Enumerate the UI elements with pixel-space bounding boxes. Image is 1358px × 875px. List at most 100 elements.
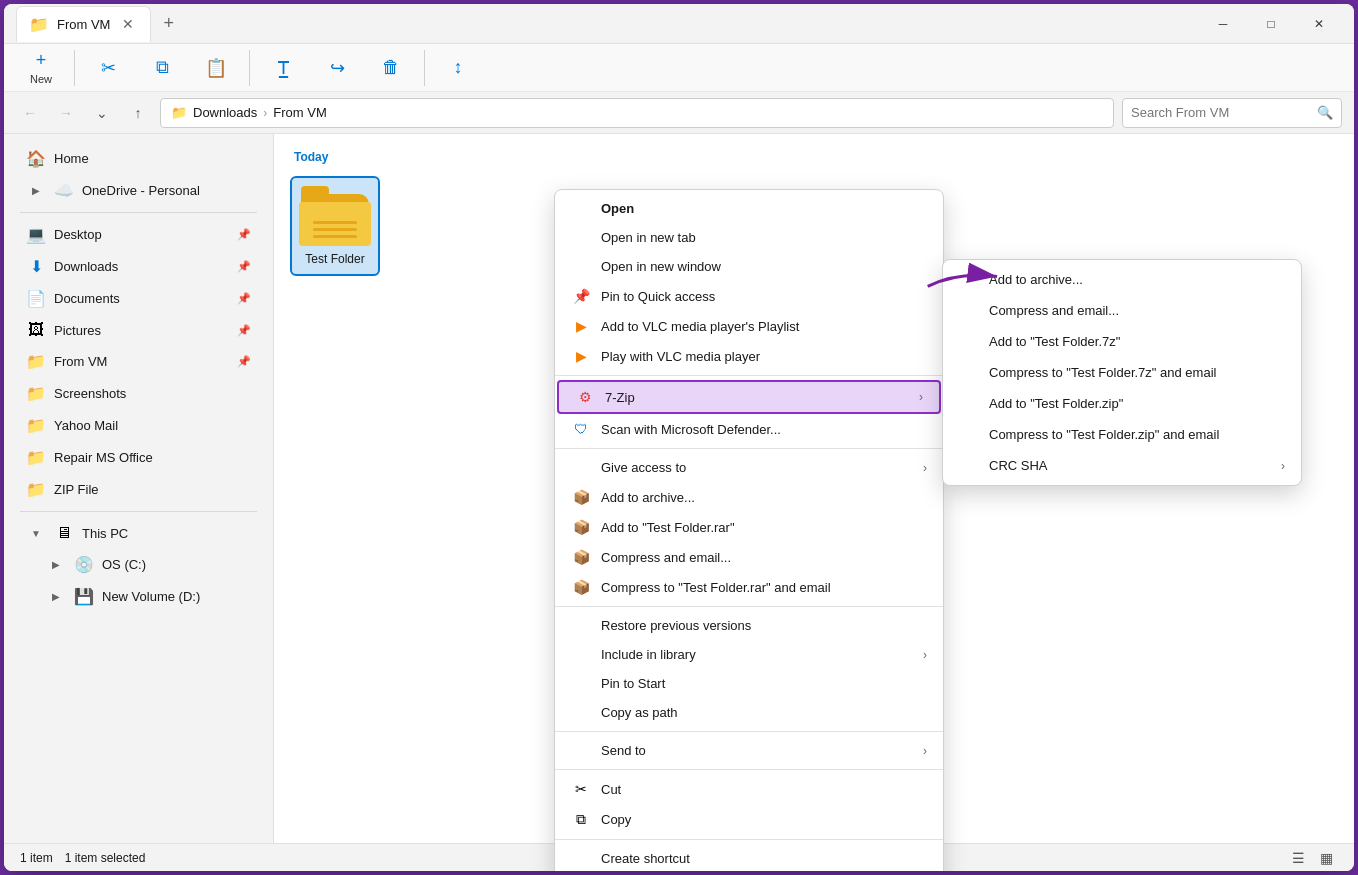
close-button[interactable]: ✕ [1296, 8, 1342, 40]
cm-include-library[interactable]: Include in library › [555, 640, 943, 669]
sidebar-item-pictures[interactable]: 🖼 Pictures 📌 [10, 315, 267, 345]
main-window: 📁 From VM ✕ + ─ □ ✕ + New ✂ ⧉ 📋 T̲ [4, 4, 1354, 871]
new-label: New [30, 73, 52, 85]
sidebar-item-documents[interactable]: 📄 Documents 📌 [10, 283, 267, 314]
cm-create-shortcut[interactable]: Create shortcut [555, 844, 943, 871]
sidebar-item-thispc[interactable]: ▼ 🖥 This PC [10, 518, 267, 548]
cm-sep-3 [555, 606, 943, 607]
copy-icon: ⧉ [156, 57, 169, 78]
sm-add-7z-label: Add to "Test Folder.7z" [989, 334, 1285, 349]
thispc-icon: 🖥 [54, 524, 74, 542]
cm-copy-path[interactable]: Copy as path [555, 698, 943, 727]
cm-pin-quick-access[interactable]: 📌 Pin to Quick access [555, 281, 943, 311]
sidebar-item-home[interactable]: 🏠 Home [10, 143, 267, 174]
sidebar-item-cdrive[interactable]: ▶ 💿 OS (C:) [10, 549, 267, 580]
delete-button[interactable]: 🗑 [366, 53, 416, 82]
status-selected: 1 item selected [65, 851, 146, 865]
file-item-testfolder[interactable]: Test Folder [290, 176, 380, 276]
sort-button[interactable]: ↕ [433, 53, 483, 82]
sidebar-divider-2 [20, 511, 257, 512]
search-box[interactable]: 🔍 [1122, 98, 1342, 128]
minimize-button[interactable]: ─ [1200, 8, 1246, 40]
sidebar-item-zipfile[interactable]: 📁 ZIP File [10, 474, 267, 505]
copy-button[interactable]: ⧉ [137, 53, 187, 82]
sidebar-yahoomail-label: Yahoo Mail [54, 418, 251, 433]
sidebar-ddrive-label: New Volume (D:) [102, 589, 251, 604]
sidebar-cdrive-label: OS (C:) [102, 557, 251, 572]
sm-compress-7z-email[interactable]: Compress to "Test Folder.7z" and email [943, 357, 1301, 388]
pictures-pin-icon: 📌 [237, 324, 251, 337]
address-bar[interactable]: 📁 Downloads › From VM [160, 98, 1114, 128]
sm-add-archive[interactable]: Add to archive... [943, 264, 1301, 295]
cm-open[interactable]: Open [555, 194, 943, 223]
sidebar-item-desktop[interactable]: 💻 Desktop 📌 [10, 219, 267, 250]
tab-title: From VM [57, 17, 110, 32]
file-label-testfolder: Test Folder [300, 252, 370, 266]
sidebar-item-yahoomail[interactable]: 📁 Yahoo Mail [10, 410, 267, 441]
cm-send-to[interactable]: Send to › [555, 736, 943, 765]
up-button[interactable]: ↑ [124, 99, 152, 127]
cm-open-new-tab-label: Open in new tab [601, 230, 927, 245]
new-button[interactable]: + New [16, 46, 66, 89]
cm-restore-versions[interactable]: Restore previous versions [555, 611, 943, 640]
new-tab-button[interactable]: + [155, 9, 182, 38]
grid-view-button[interactable]: ▦ [1314, 846, 1338, 870]
search-icon: 🔍 [1317, 105, 1333, 120]
cut-button[interactable]: ✂ [83, 53, 133, 83]
sidebar-item-ddrive[interactable]: ▶ 💾 New Volume (D:) [10, 581, 267, 612]
cm-copy[interactable]: ⧉ Copy [555, 804, 943, 835]
cm-compress-rar-email[interactable]: 📦 Compress to "Test Folder.rar" and emai… [555, 572, 943, 602]
cm-vlc-playlist[interactable]: ▶ Add to VLC media player's Playlist [555, 311, 943, 341]
sm-compress-zip-email[interactable]: Compress to "Test Folder.zip" and email [943, 419, 1301, 450]
cm-compress-rar-email-label: Compress to "Test Folder.rar" and email [601, 580, 927, 595]
back-button[interactable]: ← [16, 99, 44, 127]
cdrive-icon: 💿 [74, 555, 94, 574]
sidebar-item-onedrive[interactable]: ▶ ☁️ OneDrive - Personal [10, 175, 267, 206]
cm-defender[interactable]: 🛡 Scan with Microsoft Defender... [555, 414, 943, 444]
tab-close-button[interactable]: ✕ [118, 14, 138, 34]
dropdown-button[interactable]: ⌄ [88, 99, 116, 127]
folder-line-3 [313, 235, 357, 238]
cm-vlc-play-label: Play with VLC media player [601, 349, 927, 364]
forward-button[interactable]: → [52, 99, 80, 127]
paste-button[interactable]: 📋 [191, 53, 241, 83]
documents-icon: 📄 [26, 289, 46, 308]
cm-add-rar[interactable]: 📦 Add to "Test Folder.rar" [555, 512, 943, 542]
cm-open-new-tab[interactable]: Open in new tab [555, 223, 943, 252]
toolbar: + New ✂ ⧉ 📋 T̲ ↪ 🗑 ↕ [4, 44, 1354, 92]
status-left: 1 item 1 item selected [20, 851, 145, 865]
rename-button[interactable]: T̲ [258, 53, 308, 83]
cm-give-access[interactable]: Give access to › [555, 453, 943, 482]
cm-open-new-window[interactable]: Open in new window [555, 252, 943, 281]
cm-defender-icon: 🛡 [571, 421, 591, 437]
cm-compress-email[interactable]: 📦 Compress and email... [555, 542, 943, 572]
search-input[interactable] [1131, 105, 1313, 120]
share-button[interactable]: ↪ [312, 53, 362, 83]
folder-front [299, 202, 371, 246]
maximize-button[interactable]: □ [1248, 8, 1294, 40]
sidebar-repairmsoffice-label: Repair MS Office [54, 450, 251, 465]
sidebar-item-screenshots[interactable]: 📁 Screenshots [10, 378, 267, 409]
toolbar-separator-2 [249, 50, 250, 86]
sidebar-item-fromvm[interactable]: 📁 From VM 📌 [10, 346, 267, 377]
context-menu: Open Open in new tab Open in new window … [554, 189, 944, 871]
cm-cut[interactable]: ✂ Cut [555, 774, 943, 804]
cm-add-rar-icon: 📦 [571, 519, 591, 535]
tab-folder-icon: 📁 [29, 15, 49, 34]
active-tab[interactable]: 📁 From VM ✕ [16, 6, 151, 42]
sm-add-zip[interactable]: Add to "Test Folder.zip" [943, 388, 1301, 419]
sm-crc-sha[interactable]: CRC SHA › [943, 450, 1301, 481]
sidebar-item-downloads[interactable]: ⬇ Downloads 📌 [10, 251, 267, 282]
cm-add-archive[interactable]: 📦 Add to archive... [555, 482, 943, 512]
cm-vlc-play[interactable]: ▶ Play with VLC media player [555, 341, 943, 371]
cm-compress-email-label: Compress and email... [601, 550, 927, 565]
sm-add-7z[interactable]: Add to "Test Folder.7z" [943, 326, 1301, 357]
cm-sep-6 [555, 839, 943, 840]
cm-vlc-play-icon: ▶ [571, 348, 591, 364]
sm-compress-email[interactable]: Compress and email... [943, 295, 1301, 326]
cm-pin-start[interactable]: Pin to Start [555, 669, 943, 698]
cm-7zip[interactable]: ⚙ 7-Zip › [557, 380, 941, 414]
list-view-button[interactable]: ☰ [1286, 846, 1310, 870]
cm-give-access-arrow: › [923, 461, 927, 475]
sidebar-item-repairmsoffice[interactable]: 📁 Repair MS Office [10, 442, 267, 473]
